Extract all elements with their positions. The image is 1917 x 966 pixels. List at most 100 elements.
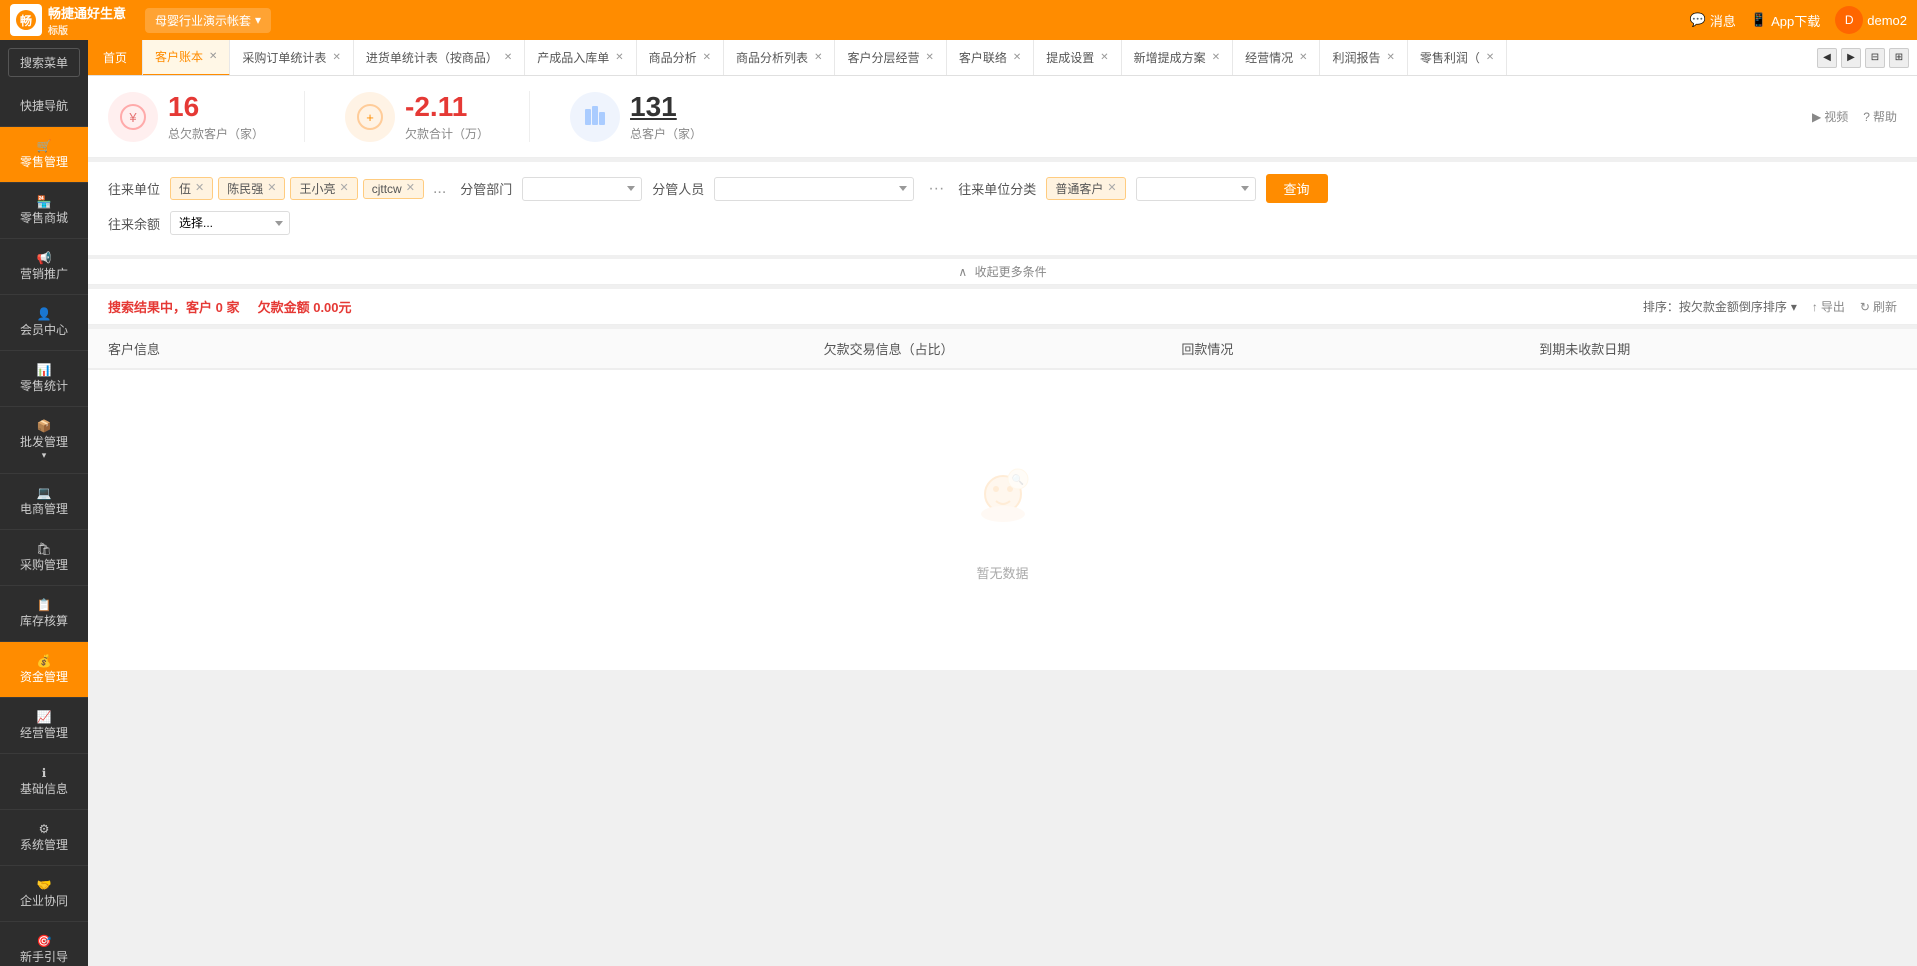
sidebar-item-inventory[interactable]: 📋 库存核算 [0,586,88,642]
stat3-circle-icon [570,92,620,142]
retail-icon: 🛒 [0,139,88,153]
sidebar-item-enterprise[interactable]: 🤝 企业协同 [0,866,88,922]
tab-close-accounts[interactable]: ✕ [209,51,217,62]
user-menu[interactable]: D demo2 [1835,6,1907,34]
classification-tag-remove[interactable]: ✕ [1107,183,1116,194]
tab-close-inbound-stats[interactable]: ✕ [504,52,512,63]
help-link[interactable]: ? 帮助 [1863,108,1897,125]
message-btn[interactable]: 💬 消息 [1690,11,1736,30]
sidebar-item-wholesale[interactable]: 📦 批发管理 ▾ [0,407,88,474]
tab-close-customer-tier[interactable]: ✕ [925,52,933,63]
export-icon: ↑ [1812,300,1818,314]
person-select[interactable] [714,177,914,201]
tab-close-customer-contact[interactable]: ✕ [1013,52,1021,63]
ecommerce-icon: 💻 [0,486,88,500]
unit-tag-wang: 王小亮 ✕ [290,177,357,200]
tab-customer-contact[interactable]: 客户联络 ✕ [947,40,1034,76]
stat1-circle-icon: ¥ [108,92,158,142]
svg-text:¥: ¥ [128,110,137,125]
refresh-btn[interactable]: ↻ 刷新 [1860,298,1897,315]
download-icon: 📱 [1751,12,1767,28]
classification-select[interactable] [1136,177,1256,201]
tab-product-analysis-list[interactable]: 商品分析列表 ✕ [724,40,835,76]
app-container: 畅 畅捷通好生意 标版 母婴行业演示帐套 ▾ 💬 消息 📱 App下载 D [0,0,1917,966]
tab-product-analysis[interactable]: 商品分析 ✕ [637,40,724,76]
tab-expand-btn[interactable]: ⊟ [1865,48,1885,68]
stat3-data: 131 总客户（家） [630,91,702,142]
stats-bar: ¥ 16 总欠款客户（家） [88,76,1917,158]
tab-customer-tier[interactable]: 客户分层经营 ✕ [835,40,946,76]
video-link[interactable]: ▶ 视频 [1812,108,1848,125]
sidebar-item-retail-stats[interactable]: 📊 零售统计 [0,351,88,407]
tab-close-product-analysis-list[interactable]: ✕ [814,52,822,63]
tab-close-purchase-order[interactable]: ✕ [332,52,340,63]
unit-tag-wu-remove[interactable]: ✕ [195,183,204,194]
finance-icon: 💰 [0,654,88,668]
tab-home[interactable]: 首页 [88,40,143,76]
tab-close-operations[interactable]: ✕ [1299,52,1307,63]
tab-close-product-inbound[interactable]: ✕ [615,52,623,63]
wholesale-icon: 📦 [37,419,52,433]
enterprise-icon: 🤝 [0,878,88,892]
tab-close-product-analysis[interactable]: ✕ [703,52,711,63]
tab-new-promotion[interactable]: 新增提成方案 ✕ [1122,40,1233,76]
person-filter-label: 分管人员 [652,179,704,198]
retail-stats-icon: 📊 [0,363,88,377]
tab-close-promotion-settings[interactable]: ✕ [1100,52,1108,63]
sidebar-item-finance[interactable]: 💰 资金管理 [0,642,88,698]
sidebar-item-system[interactable]: ⚙ 系统管理 [0,810,88,866]
tab-operations[interactable]: 经营情况 ✕ [1233,40,1320,76]
tab-purchase-order[interactable]: 采购订单统计表 ✕ [230,40,353,76]
sort-dropdown[interactable]: 排序：按欠款金额倒序排序 ▾ [1643,298,1797,315]
unit-filter-label: 往来单位 [108,179,160,198]
app-download-btn[interactable]: 📱 App下载 [1751,11,1820,30]
tab-inbound-stats[interactable]: 进货单统计表（按商品） ✕ [354,40,525,76]
video-icon: ▶ [1812,110,1821,124]
sidebar-item-purchase[interactable]: 🛍 采购管理 [0,530,88,586]
tab-promotion-settings[interactable]: 提成设置 ✕ [1034,40,1121,76]
svg-text:🔍: 🔍 [1011,473,1023,486]
unit-tags-more[interactable]: ... [429,180,450,198]
results-bar: 搜索结果中，客户 0 家 欠款金额 0.00元 排序：按欠款金额倒序排序 ▾ [88,289,1917,325]
sidebar-item-basic-info[interactable]: ℹ 基础信息 [0,754,88,810]
tab-next-btn[interactable]: ▶ [1841,48,1861,68]
results-actions: 排序：按欠款金额倒序排序 ▾ ↑ 导出 ↻ 刷新 [1643,298,1897,315]
tab-profit-report[interactable]: 利润报告 ✕ [1320,40,1407,76]
tab-fullscreen-btn[interactable]: ⊞ [1889,48,1909,68]
sidebar-item-marketing[interactable]: 📢 营销推广 [0,239,88,295]
unit-tag-wang-remove[interactable]: ✕ [340,183,349,194]
stat3-icon-wrap [570,92,620,142]
search-btn[interactable]: 查询 [1266,174,1328,203]
sidebar-item-operations[interactable]: 📈 经营管理 [0,698,88,754]
app-title: 畅捷通好生意 标版 [48,3,126,37]
unit-tag-cjttcw: cjttcw ✕ [363,179,424,199]
tab-prev-btn[interactable]: ◀ [1817,48,1837,68]
search-menu-btn[interactable]: 搜索菜单 [8,48,80,77]
tab-retail-profit[interactable]: 零售利润（ ✕ [1408,40,1507,76]
stat-1-section: ¥ 16 总欠款客户（家） [108,91,305,142]
sidebar-item-retail[interactable]: 🛒 零售管理 [0,127,88,183]
col-debt-info: 欠款交易信息（占比） [824,339,1182,358]
tab-product-inbound[interactable]: 产成品入库单 ✕ [525,40,636,76]
collapse-bar[interactable]: ∧ 收起更多条件 [88,259,1917,285]
export-btn[interactable]: ↑ 导出 [1812,298,1845,315]
person-filter-more[interactable]: ··· [924,180,948,198]
balance-select[interactable]: 选择... [170,211,290,235]
tab-close-new-promotion[interactable]: ✕ [1212,52,1220,63]
account-selector[interactable]: 母婴行业演示帐套 ▾ [145,8,271,33]
member-icon: 👤 [0,307,88,321]
dept-select[interactable] [522,177,642,201]
sidebar-item-ecommerce[interactable]: 💻 电商管理 [0,474,88,530]
tab-accounts[interactable]: 客户账本 ✕ [143,40,230,76]
sidebar-item-new-guide[interactable]: 🎯 新手引导 [0,922,88,966]
tab-close-profit-report[interactable]: ✕ [1387,52,1395,63]
unit-tag-cjttcw-remove[interactable]: ✕ [406,183,415,194]
stat2-circle-icon: + [345,92,395,142]
sidebar-item-quick-nav[interactable]: 快捷导航 [0,85,88,127]
collapse-icon: ∧ [958,265,967,279]
filter-row-1: 往来单位 伍 ✕ 陈民强 ✕ 王小亮 [108,174,1897,203]
sidebar-item-retail-mall[interactable]: 🏪 零售商城 [0,183,88,239]
sidebar-item-member[interactable]: 👤 会员中心 [0,295,88,351]
tab-close-retail-profit[interactable]: ✕ [1486,52,1494,63]
unit-tag-chen-remove[interactable]: ✕ [267,183,276,194]
